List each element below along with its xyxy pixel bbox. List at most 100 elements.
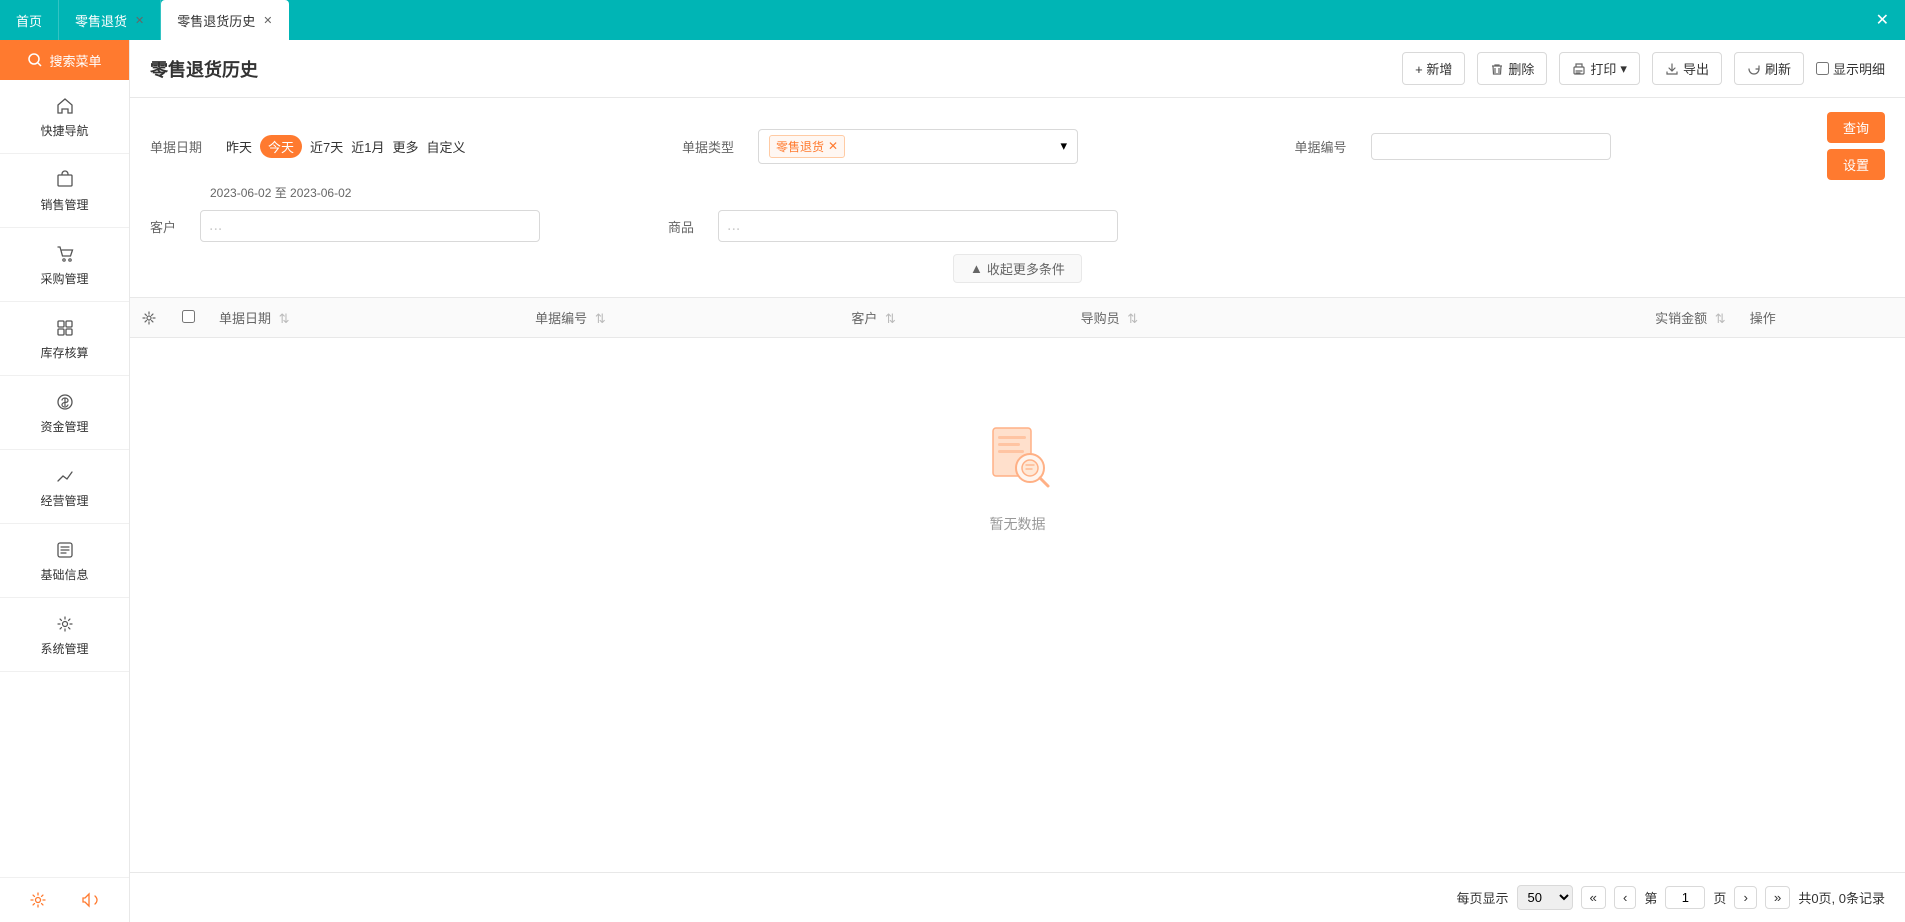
type-filter-tag-label: 零售退货 [776,138,824,155]
sidebar-item-system-mgmt-label: 系统管理 [40,640,88,657]
th-number-label: 单据编号 [535,311,587,326]
th-customer-sort-icon[interactable]: ⇅ [885,311,896,326]
page-label: 第 [1644,888,1657,907]
customer-filter-label: 客户 [150,217,176,236]
tab-retail-return-label: 零售退货 [75,11,127,30]
th-guide-sort-icon[interactable]: ⇅ [1127,311,1138,326]
sidebar-item-finance-label: 资金管理 [40,418,88,435]
system-mgmt-icon [53,612,77,636]
th-date-sort-icon[interactable]: ⇅ [279,311,290,326]
page-suffix: 页 [1713,888,1726,907]
date-option-1month[interactable]: 近1月 [351,137,384,156]
pagination: 每页显示 50 10 20 100 « ‹ 第 页 › » 共0页, 0条记录 [130,872,1905,922]
page-input[interactable] [1665,886,1705,909]
refresh-icon [1747,62,1761,76]
new-button-label: + 新增 [1415,59,1452,78]
th-spacer [1341,298,1421,338]
new-button[interactable]: + 新增 [1402,52,1465,85]
data-table: 单据日期 ⇅ 单据编号 ⇅ 客户 ⇅ 导购员 ⇅ [130,298,1905,614]
tab-retail-return-history[interactable]: 零售退货历史 ✕ [161,0,289,40]
sales-icon [53,168,77,192]
refresh-button[interactable]: 刷新 [1734,52,1804,85]
per-page-select[interactable]: 50 10 20 100 [1517,885,1573,910]
page-title: 零售退货历史 [150,56,258,82]
type-filter-select[interactable]: 零售退货 ✕ ▾ [758,129,1078,164]
sidebar-bottom [0,877,129,922]
date-option-yesterday[interactable]: 昨天 [226,137,252,156]
sidebar-item-operation[interactable]: 经营管理 [0,450,129,524]
date-option-custom[interactable]: 自定义 [427,137,466,156]
date-option-7days[interactable]: 近7天 [310,137,343,156]
print-button[interactable]: 打印 ▾ [1559,52,1640,85]
sidebar: 搜索菜单 快捷导航 销售管理 [0,40,130,922]
delete-button-label: 删除 [1508,59,1534,78]
sidebar-item-finance[interactable]: 资金管理 [0,376,129,450]
finance-icon [53,390,77,414]
type-filter-tag-close[interactable]: ✕ [828,139,838,153]
th-date[interactable]: 单据日期 ⇅ [207,298,523,338]
date-options: 昨天 今天 近7天 近1月 更多 自定义 [226,135,466,158]
print-icon [1572,62,1586,76]
last-page-button[interactable]: » [1765,886,1790,909]
prev-page-button[interactable]: ‹ [1614,886,1636,909]
th-actions-label: 操作 [1750,311,1776,326]
print-dropdown-icon: ▾ [1620,61,1627,77]
date-option-today[interactable]: 今天 [260,135,302,158]
date-option-more[interactable]: 更多 [393,137,419,156]
th-customer[interactable]: 客户 ⇅ [839,298,1068,338]
delete-button[interactable]: 删除 [1477,52,1547,85]
first-page-button[interactable]: « [1581,886,1606,909]
settings-button[interactable]: 设置 [1827,149,1885,180]
sidebar-item-quick-nav-label: 快捷导航 [40,122,88,139]
tab-retail-return[interactable]: 零售退货 ✕ [59,0,161,40]
tab-retail-return-close[interactable]: ✕ [135,14,144,27]
collapse-up-icon: ▲ [970,261,983,276]
th-guide-label: 导购员 [1081,311,1120,326]
sidebar-search[interactable]: 搜索菜单 [0,40,129,80]
next-page-button[interactable]: › [1734,886,1756,909]
th-customer-label: 客户 [851,311,877,326]
home-icon [53,94,77,118]
sidebar-item-system-mgmt[interactable]: 系统管理 [0,598,129,672]
sidebar-item-purchase-label: 采购管理 [40,270,88,287]
voucher-filter-input[interactable] [1371,133,1611,160]
th-amount[interactable]: 实销金额 ⇅ [1422,298,1738,338]
th-settings[interactable] [130,298,170,338]
page-header: 零售退货历史 + 新增 删除 打印 [130,40,1905,98]
sidebar-item-purchase[interactable]: 采购管理 [0,228,129,302]
display-toggle-checkbox[interactable] [1816,62,1829,75]
th-actions: 操作 [1738,298,1905,338]
operation-icon [53,464,77,488]
sidebar-item-operation-label: 经营管理 [40,492,88,509]
sidebar-item-quick-nav[interactable]: 快捷导航 [0,80,129,154]
collapse-button[interactable]: ▲ 收起更多条件 [953,254,1082,283]
sidebar-item-basic-info[interactable]: 基础信息 [0,524,129,598]
sidebar-item-sales[interactable]: 销售管理 [0,154,129,228]
tab-retail-return-history-label: 零售退货历史 [177,11,255,30]
window-close-button[interactable]: ✕ [1860,10,1905,30]
export-button[interactable]: 导出 [1652,52,1722,85]
speaker-icon[interactable] [81,890,101,910]
select-all-checkbox[interactable] [182,310,195,323]
tab-home[interactable]: 首页 [0,0,59,40]
th-guide[interactable]: 导购员 ⇅ [1069,298,1342,338]
customer-filter-input[interactable]: ... [200,210,540,242]
th-number[interactable]: 单据编号 ⇅ [523,298,839,338]
sidebar-item-inventory[interactable]: 库存核算 [0,302,129,376]
th-amount-sort-icon[interactable]: ⇅ [1715,311,1726,326]
refresh-button-label: 刷新 [1765,59,1791,78]
query-button[interactable]: 查询 [1827,112,1885,143]
table-settings-icon[interactable] [142,311,156,325]
sidebar-search-label: 搜索菜单 [49,51,101,70]
print-button-label: 打印 [1590,59,1616,78]
display-toggle-label: 显示明细 [1833,59,1885,78]
type-filter-tag: 零售退货 ✕ [769,135,845,158]
header-actions: + 新增 删除 打印 ▾ [1402,52,1885,85]
display-toggle[interactable]: 显示明细 [1816,59,1885,78]
th-number-sort-icon[interactable]: ⇅ [595,311,606,326]
goods-filter-input[interactable]: ... [718,210,1118,242]
th-checkbox[interactable] [170,298,207,338]
table-area: 单据日期 ⇅ 单据编号 ⇅ 客户 ⇅ 导购员 ⇅ [130,298,1905,872]
settings-icon[interactable] [28,890,48,910]
tab-retail-return-history-close[interactable]: ✕ [263,14,272,27]
